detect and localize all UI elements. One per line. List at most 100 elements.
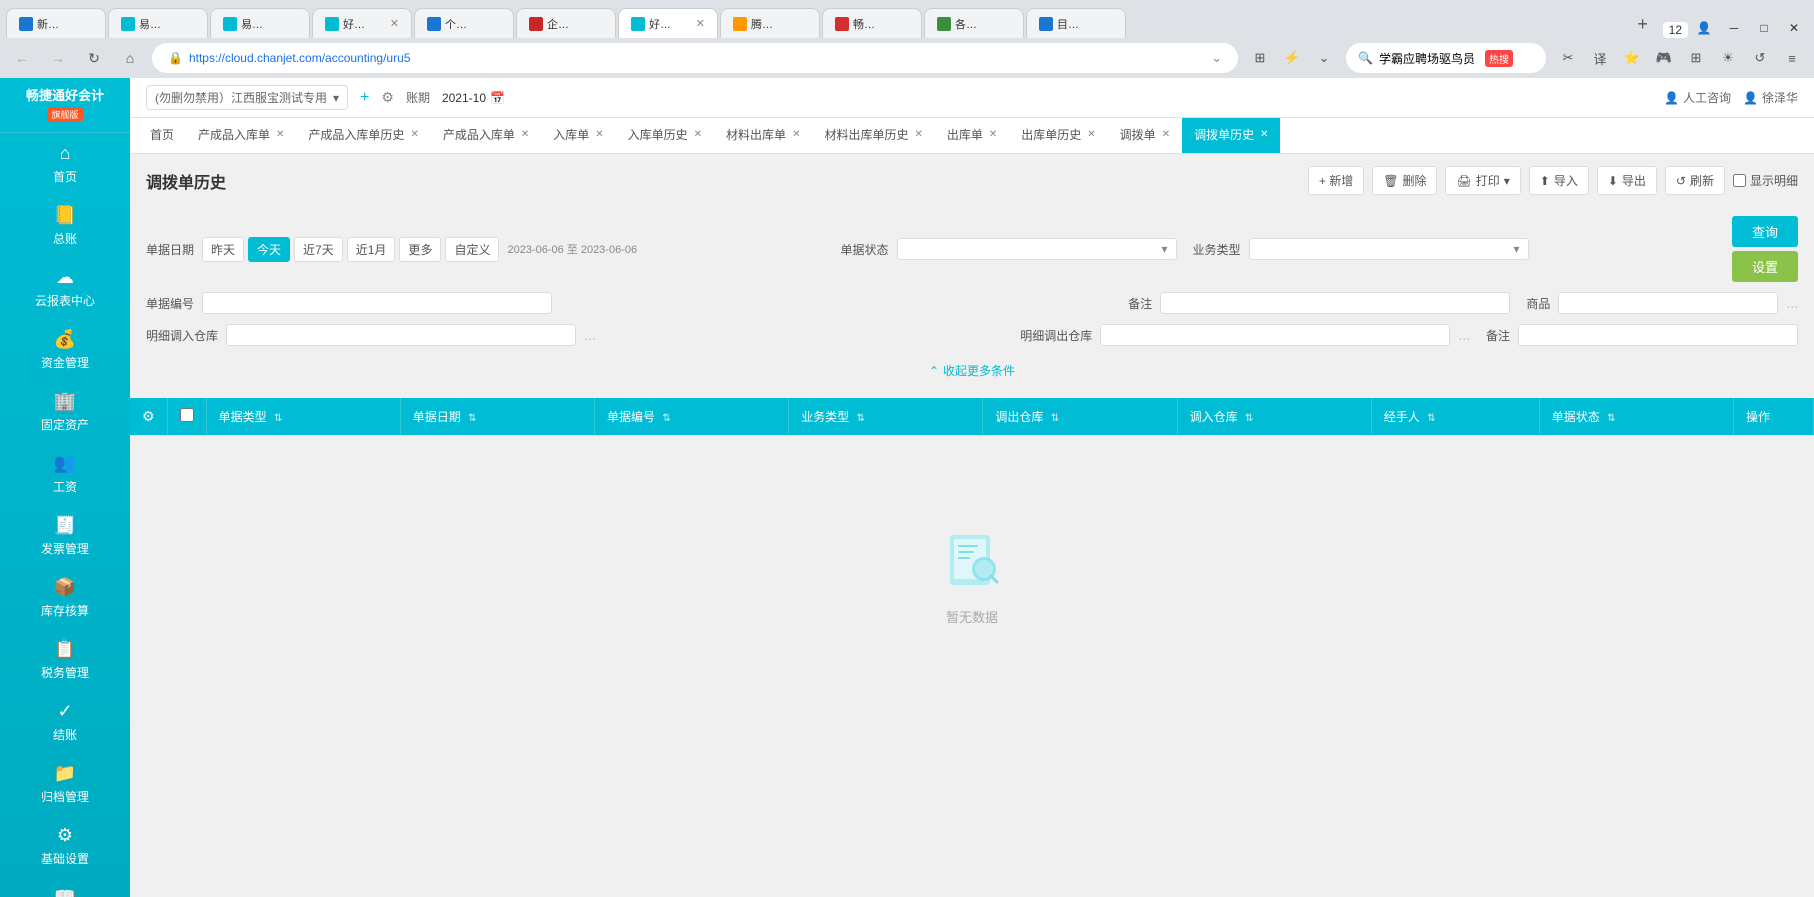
username-btn[interactable]: 👤 徐泽华 — [1743, 89, 1798, 106]
note2-input[interactable] — [1518, 324, 1798, 346]
app-tab-material-out[interactable]: 材料出库单 ✕ — [714, 118, 812, 154]
status-select[interactable]: ▾ — [897, 238, 1177, 260]
app-tab-close-out-order[interactable]: ✕ — [989, 129, 997, 140]
maximize-button[interactable]: □ — [1750, 18, 1778, 38]
app-tab-close-in-history[interactable]: ✕ — [694, 129, 702, 140]
app-tab-transfer[interactable]: 调拨单 ✕ — [1108, 118, 1182, 154]
app-tab-product-in2[interactable]: 产成品入库单 ✕ — [431, 118, 541, 154]
browser-tab-6[interactable]: 企… — [516, 8, 616, 38]
sidebar-item-wages[interactable]: 👥 工资 — [0, 443, 130, 505]
sidebar-item-fixed-assets[interactable]: 🏢 固定资产 — [0, 381, 130, 443]
app-tab-close-product-in[interactable]: ✕ — [276, 129, 284, 140]
star-icon[interactable]: ⭐ — [1618, 44, 1646, 72]
goods-input[interactable] — [1558, 292, 1778, 314]
th-settings[interactable]: ⚙ — [130, 398, 167, 435]
tab-close-4[interactable]: ✕ — [390, 17, 399, 30]
home-button[interactable]: ⌂ — [116, 44, 144, 72]
date-btn-more[interactable]: 更多 — [399, 237, 441, 262]
app-tab-home[interactable]: 首页 — [138, 118, 186, 154]
goods-more-icon[interactable]: ... — [1786, 295, 1798, 311]
app-tab-close-in-order[interactable]: ✕ — [595, 129, 603, 140]
note-input[interactable] — [1160, 292, 1510, 314]
browser-tab-2[interactable]: 易… — [108, 8, 208, 38]
undo-icon[interactable]: ↺ — [1746, 44, 1774, 72]
browser-tab-1[interactable]: 新… — [6, 8, 106, 38]
browser-tab-5[interactable]: 个… — [414, 8, 514, 38]
sidebar-item-tax[interactable]: 📋 税务管理 — [0, 629, 130, 691]
detail-in-more-icon[interactable]: ... — [584, 327, 596, 343]
company-selector[interactable]: (勿删勿禁用）江西服宝测试专用 ▾ — [146, 85, 348, 110]
settings-gear[interactable]: ⚙ — [381, 89, 394, 106]
minimize-button[interactable]: ─ — [1720, 18, 1748, 38]
th-no[interactable]: 单据编号 ⇅ — [594, 398, 788, 435]
app-tab-in-order[interactable]: 入库单 ✕ — [541, 118, 615, 154]
tab-count-badge[interactable]: 12 — [1663, 22, 1688, 38]
search-bar[interactable]: 🔍 学霸应聘场驱鸟员 热搜 — [1346, 43, 1546, 73]
app-tab-out-order[interactable]: 出库单 ✕ — [935, 118, 1009, 154]
app-tab-close-transfer[interactable]: ✕ — [1162, 129, 1170, 140]
app-tab-close-product-in-history[interactable]: ✕ — [410, 129, 418, 140]
detail-out-input[interactable] — [1100, 324, 1450, 346]
print-button[interactable]: 🖨 打印 ▾ — [1445, 166, 1520, 195]
date-btn-today[interactable]: 今天 — [248, 237, 290, 262]
app-tab-out-history[interactable]: 出库单历史 ✕ — [1009, 118, 1107, 154]
show-detail-checkbox[interactable] — [1733, 174, 1746, 187]
table-gear-icon[interactable]: ⚙ — [142, 408, 155, 424]
date-btn-last7[interactable]: 近7天 — [294, 237, 343, 262]
user-service-btn[interactable]: 👤 人工咨询 — [1664, 89, 1731, 106]
back-button[interactable]: ← — [8, 44, 36, 72]
th-type[interactable]: 单据类型 ⇅ — [206, 398, 400, 435]
th-in-wh[interactable]: 调入仓库 ⇅ — [1177, 398, 1371, 435]
browser-tab-4[interactable]: 好… ✕ — [312, 8, 412, 38]
browser-tab-11[interactable]: 目… — [1026, 8, 1126, 38]
browser-tab-9[interactable]: 畅… — [822, 8, 922, 38]
sidebar-item-guide[interactable]: 📖 新手引导 — [0, 877, 130, 897]
period-value[interactable]: 2021-10 📅 — [442, 91, 505, 105]
th-status[interactable]: 单据状态 ⇅ — [1539, 398, 1733, 435]
sidebar-item-basic[interactable]: ⚙ 基础设置 — [0, 815, 130, 877]
app-tab-close-material-out-history[interactable]: ✕ — [914, 129, 922, 140]
app-tab-close-material-out[interactable]: ✕ — [792, 129, 800, 140]
game-icon[interactable]: 🎮 — [1650, 44, 1678, 72]
app-tab-product-in[interactable]: 产成品入库单 ✕ — [186, 118, 296, 154]
detail-in-input[interactable] — [226, 324, 576, 346]
filter-settings-button[interactable]: 设置 — [1732, 251, 1798, 282]
browser-tab-7[interactable]: 好… ✕ — [618, 8, 718, 38]
app-tab-close-out-history[interactable]: ✕ — [1087, 129, 1095, 140]
th-date[interactable]: 单据日期 ⇅ — [400, 398, 594, 435]
sun-icon[interactable]: ☀ — [1714, 44, 1742, 72]
forward-button[interactable]: → — [44, 44, 72, 72]
export-button[interactable]: ⬇ 导出 — [1597, 166, 1657, 195]
detail-out-more-icon[interactable]: ... — [1458, 327, 1470, 343]
app-tab-close-product-in2[interactable]: ✕ — [521, 129, 529, 140]
expand-icon[interactable]: ⌄ — [1310, 44, 1338, 72]
date-btn-yesterday[interactable]: 昨天 — [202, 237, 244, 262]
translate-icon[interactable]: 译 — [1586, 44, 1614, 72]
th-handler[interactable]: 经手人 ⇅ — [1371, 398, 1539, 435]
date-btn-last_month[interactable]: 近1月 — [347, 237, 396, 262]
sidebar-item-reports[interactable]: ☁ 云报表中心 — [0, 257, 130, 319]
address-input[interactable]: 🔒 https://cloud.chanjet.com/accounting/u… — [152, 43, 1238, 73]
app-tab-material-out-history[interactable]: 材料出库单历史 ✕ — [812, 118, 934, 154]
close-button[interactable]: ✕ — [1780, 18, 1808, 38]
import-button[interactable]: ⬆ 导入 — [1529, 166, 1589, 195]
date-btn-custom[interactable]: 自定义 — [445, 237, 499, 262]
sidebar-item-invoice[interactable]: 🧾 发票管理 — [0, 505, 130, 567]
th-out-wh[interactable]: 调出仓库 ⇅ — [983, 398, 1177, 435]
layout-icon[interactable]: ⊞ — [1682, 44, 1710, 72]
app-tab-transfer-history[interactable]: 调拨单历史 ✕ — [1182, 118, 1280, 154]
collapse-button[interactable]: ⌃ 收起更多条件 — [146, 356, 1798, 385]
scissors-icon[interactable]: ✂ — [1554, 44, 1582, 72]
sidebar-item-settle[interactable]: ✓ 结账 — [0, 691, 130, 753]
browser-tab-10[interactable]: 各… — [924, 8, 1024, 38]
sidebar-item-ledger[interactable]: 📒 总账 — [0, 195, 130, 257]
order-no-input[interactable] — [202, 292, 552, 314]
browser-tab-3[interactable]: 易… — [210, 8, 310, 38]
browser-tab-8[interactable]: 腾… — [720, 8, 820, 38]
sidebar-item-inventory[interactable]: 📦 库存核算 — [0, 567, 130, 629]
app-tab-close-transfer-history[interactable]: ✕ — [1260, 129, 1268, 140]
reload-button[interactable]: ↻ — [80, 44, 108, 72]
refresh-button[interactable]: ↺ 刷新 — [1665, 166, 1725, 195]
tab-close-7[interactable]: ✕ — [696, 17, 705, 30]
menu-icon[interactable]: ≡ — [1778, 44, 1806, 72]
